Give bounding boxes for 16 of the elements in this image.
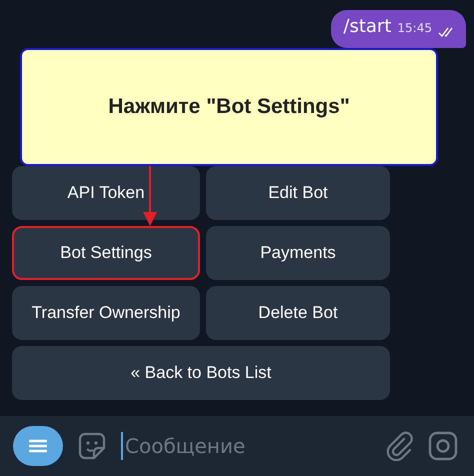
keyboard-button[interactable]: Payments <box>206 226 390 280</box>
keyboard-button[interactable]: Bot Settings <box>12 226 200 280</box>
double-check-icon <box>438 27 454 37</box>
keyboard-button[interactable]: Delete Bot <box>206 286 390 340</box>
sticker-icon[interactable] <box>77 431 107 461</box>
message-text: /start <box>343 16 392 37</box>
keyboard-button[interactable]: « Back to Bots List <box>12 346 390 400</box>
keyboard-button[interactable]: API Token <box>12 166 200 220</box>
camera-icon[interactable] <box>428 431 458 461</box>
message-time: 15:45 <box>397 21 432 35</box>
paperclip-icon[interactable] <box>386 431 414 461</box>
menu-button[interactable] <box>13 426 63 466</box>
menu-icon <box>29 439 47 453</box>
keyboard-button[interactable]: Edit Bot <box>206 166 390 220</box>
keyboard-button[interactable]: Transfer Ownership <box>12 286 200 340</box>
instruction-callout: Нажмите "Bot Settings" <box>20 48 438 166</box>
